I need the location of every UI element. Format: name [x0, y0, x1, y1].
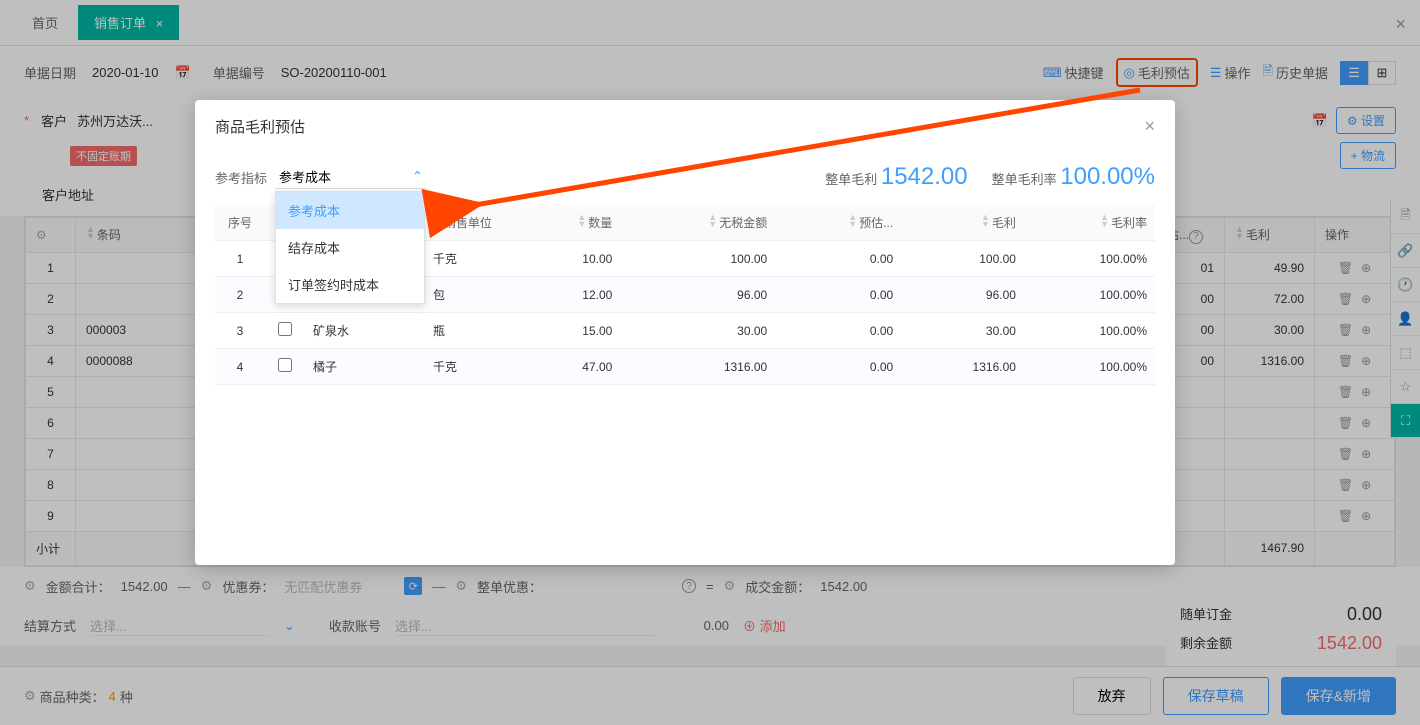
indicator-dropdown[interactable]: ⌄ 参考成本 结存成本 订单签约时成本	[275, 165, 425, 189]
modal-body: 参考指标 ⌄ 参考成本 结存成本 订单签约时成本 整单毛利 1542.00 整单…	[195, 153, 1175, 565]
cell-checkbox[interactable]	[265, 313, 305, 349]
profit-modal: 商品毛利预估 × 参考指标 ⌄ 参考成本 结存成本 订单签约时成本 整单毛利 1…	[195, 100, 1175, 565]
col-seq[interactable]: 序号	[215, 205, 265, 241]
cell-rate: 100.00%	[1024, 349, 1155, 385]
col-qty[interactable]: 数量	[515, 205, 620, 241]
cell-unit: 千克	[425, 349, 515, 385]
indicator-label: 参考指标	[215, 168, 267, 187]
sort-icon	[433, 214, 442, 228]
cell-qty: 10.00	[515, 241, 620, 277]
dropdown-menu: 参考成本 结存成本 订单签约时成本	[275, 191, 425, 304]
dropdown-input[interactable]	[275, 165, 425, 189]
total-rate-label: 整单毛利率	[992, 172, 1057, 187]
col-unit[interactable]: 销售单位	[425, 205, 515, 241]
cell-profit: 1316.00	[901, 349, 1024, 385]
close-icon[interactable]: ×	[1144, 116, 1155, 137]
sort-icon	[848, 214, 857, 228]
cell-profit: 100.00	[901, 241, 1024, 277]
cell-qty: 12.00	[515, 277, 620, 313]
col-rate[interactable]: 毛利率	[1024, 205, 1155, 241]
cell-rate: 100.00%	[1024, 241, 1155, 277]
cell-name: 矿泉水	[305, 313, 425, 349]
cell-seq: 3	[215, 313, 265, 349]
cell-amount: 96.00	[620, 277, 775, 313]
cell-amount: 1316.00	[620, 349, 775, 385]
sort-icon	[577, 214, 586, 228]
total-rate-value: 100.00%	[1060, 163, 1155, 190]
cell-unit: 千克	[425, 241, 515, 277]
dropdown-option[interactable]: 订单签约时成本	[276, 266, 424, 303]
cell-unit: 包	[425, 277, 515, 313]
modal-header: 商品毛利预估 ×	[195, 100, 1175, 153]
cell-est: 0.00	[775, 349, 901, 385]
cell-est: 0.00	[775, 313, 901, 349]
cell-rate: 100.00%	[1024, 277, 1155, 313]
col-profit[interactable]: 毛利	[901, 205, 1024, 241]
row-checkbox[interactable]	[278, 358, 292, 372]
cell-qty: 47.00	[515, 349, 620, 385]
total-profit-value: 1542.00	[881, 163, 968, 190]
table-row[interactable]: 4 橘子 千克 47.00 1316.00 0.00 1316.00 100.0…	[215, 349, 1155, 385]
cell-seq: 1	[215, 241, 265, 277]
filter-row: 参考指标 ⌄ 参考成本 结存成本 订单签约时成本 整单毛利 1542.00 整单…	[215, 153, 1155, 205]
col-est[interactable]: 预估...	[775, 205, 901, 241]
cell-seq: 4	[215, 349, 265, 385]
modal-summary: 整单毛利 1542.00 整单毛利率 100.00%	[825, 163, 1155, 191]
cell-est: 0.00	[775, 277, 901, 313]
chevron-down-icon[interactable]: ⌄	[412, 167, 423, 183]
col-amount[interactable]: 无税金额	[620, 205, 775, 241]
cell-profit: 30.00	[901, 313, 1024, 349]
cell-amount: 30.00	[620, 313, 775, 349]
cell-qty: 15.00	[515, 313, 620, 349]
cell-profit: 96.00	[901, 277, 1024, 313]
cell-seq: 2	[215, 277, 265, 313]
sort-icon	[1100, 214, 1109, 228]
row-checkbox[interactable]	[278, 322, 292, 336]
cell-unit: 瓶	[425, 313, 515, 349]
dropdown-option[interactable]: 参考成本	[276, 192, 424, 229]
dropdown-option[interactable]: 结存成本	[276, 229, 424, 266]
total-profit-label: 整单毛利	[825, 172, 877, 187]
table-row[interactable]: 3 矿泉水 瓶 15.00 30.00 0.00 30.00 100.00%	[215, 313, 1155, 349]
cell-rate: 100.00%	[1024, 313, 1155, 349]
sort-icon	[981, 214, 990, 228]
cell-name: 橘子	[305, 349, 425, 385]
sort-icon	[708, 214, 717, 228]
cell-amount: 100.00	[620, 241, 775, 277]
cell-est: 0.00	[775, 241, 901, 277]
cell-checkbox[interactable]	[265, 349, 305, 385]
modal-title: 商品毛利预估	[215, 116, 305, 137]
